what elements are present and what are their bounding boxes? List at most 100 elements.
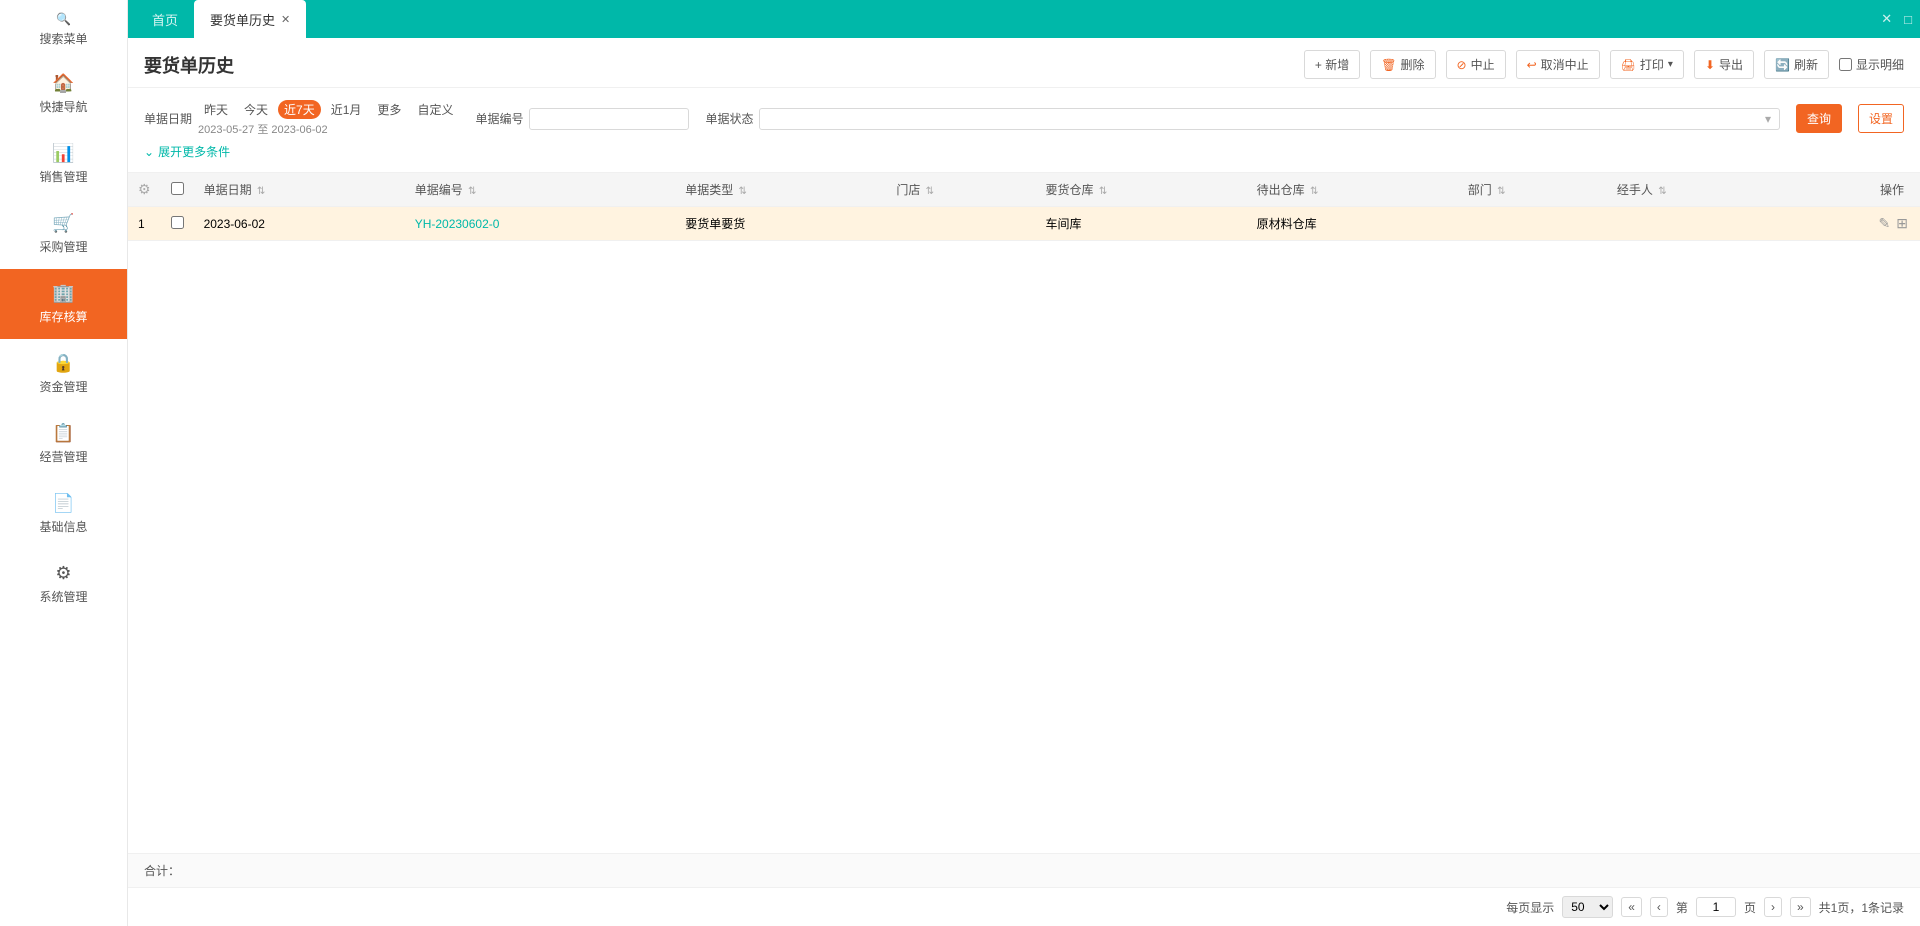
tab-requisition-history[interactable]: 要货单历史 ✕ xyxy=(194,0,306,38)
th-pending-warehouse[interactable]: 待出仓库 ⇅ xyxy=(1247,173,1458,207)
per-page-select[interactable]: 50 10 20 100 xyxy=(1562,896,1613,918)
query-button[interactable]: 查询 xyxy=(1796,104,1842,133)
doc-no-label: 单据编号 xyxy=(475,110,523,127)
th-store[interactable]: 门店 ⇅ xyxy=(886,173,1035,207)
table-header-row: ⚙ 单据日期 ⇅ 单据编号 ⇅ xyxy=(128,173,1920,207)
th-doc-date[interactable]: 单据日期 ⇅ xyxy=(194,173,405,207)
cell-doc-no: YH-20230602-0 xyxy=(405,207,676,241)
export-button[interactable]: ⬇ 导出 xyxy=(1694,50,1754,79)
chevron-down-icon: ⌄ xyxy=(144,145,154,159)
chart-icon: 📊 xyxy=(52,143,74,164)
gear-icon: ⚙ xyxy=(55,563,71,584)
date-today[interactable]: 今天 xyxy=(238,100,274,119)
sidebar: 🔍 搜索菜单 🏠 快捷导航 📊 销售管理 🛒 采购管理 🏢 库存核算 🔒 资金管… xyxy=(0,0,128,926)
th-checkbox[interactable] xyxy=(161,173,194,207)
th-department[interactable]: 部门 ⇅ xyxy=(1458,173,1607,207)
sidebar-item-sales[interactable]: 📊 销售管理 xyxy=(0,129,127,199)
search-icon: 🔍 xyxy=(56,12,71,26)
doc-no-input[interactable] xyxy=(529,108,689,130)
date-custom[interactable]: 自定义 xyxy=(411,100,459,119)
first-page-btn[interactable]: « xyxy=(1621,897,1642,917)
filter-area: 单据日期 昨天 今天 近7天 近1月 更多 自定义 2023-05-27 至 2… xyxy=(128,88,1920,173)
th-req-warehouse[interactable]: 要货仓库 ⇅ xyxy=(1035,173,1246,207)
sidebar-item-finance[interactable]: 🔒 资金管理 xyxy=(0,339,127,409)
select-all-checkbox[interactable] xyxy=(171,182,184,195)
next-page-btn[interactable]: › xyxy=(1764,897,1782,917)
sort-icon-doc-date: ⇅ xyxy=(257,186,265,197)
tab-bar-controls: ✕ □ xyxy=(1881,11,1912,27)
cell-department xyxy=(1458,207,1607,241)
cart-icon: 🛒 xyxy=(52,213,74,234)
new-button[interactable]: + 新增 xyxy=(1304,50,1360,79)
doc-no-link[interactable]: YH-20230602-0 xyxy=(415,217,500,231)
tab-home[interactable]: 首页 xyxy=(136,0,194,38)
print-button[interactable]: 🖨 打印 ▾ xyxy=(1610,50,1684,79)
pagination: 每页显示 50 10 20 100 « ‹ 第 页 › » 共1页，1条记录 xyxy=(128,887,1920,926)
expand-conditions-btn[interactable]: ⌄ 展开更多条件 xyxy=(144,143,1904,160)
th-doc-no[interactable]: 单据编号 ⇅ xyxy=(405,173,676,207)
window-expand-btn[interactable]: □ xyxy=(1904,12,1912,27)
cell-store xyxy=(886,207,1035,241)
sort-icon-doc-no: ⇅ xyxy=(468,186,476,197)
sidebar-item-system[interactable]: ⚙ 系统管理 xyxy=(0,549,127,619)
doc-status-select-wrapper: ▾ xyxy=(759,108,1779,130)
page-header: 要货单历史 + 新增 🗑 删除 ⊘ 中止 ↩ 取消中止 🖨 xyxy=(128,38,1920,88)
filter-date: 单据日期 昨天 今天 近7天 近1月 更多 自定义 2023-05-27 至 2… xyxy=(144,100,459,137)
stop-button[interactable]: ⊘ 中止 xyxy=(1446,50,1506,79)
warehouse-icon: 🏢 xyxy=(52,283,74,304)
sidebar-item-basic-info[interactable]: 📄 基础信息 xyxy=(0,479,127,549)
th-doc-type[interactable]: 单据类型 ⇅ xyxy=(675,173,886,207)
date-range-display: 2023-05-27 至 2023-06-02 xyxy=(198,121,459,137)
sort-icon-pending-warehouse: ⇅ xyxy=(1310,186,1318,197)
delete-button[interactable]: 🗑 删除 xyxy=(1370,50,1435,79)
settings-button[interactable]: 设置 xyxy=(1858,104,1904,133)
sort-icon-handler: ⇅ xyxy=(1658,186,1666,197)
cell-pending-warehouse: 原材料仓库 xyxy=(1247,207,1458,241)
doc-icon: 📄 xyxy=(52,493,74,514)
table-body: 1 2023-06-02 YH-20230602-0 要货单要货 车间库 原材料… xyxy=(128,207,1920,241)
home-icon: 🏠 xyxy=(52,73,74,94)
row-checkbox[interactable] xyxy=(171,216,184,229)
cell-checkbox[interactable] xyxy=(161,207,194,241)
total-info: 共1页，1条记录 xyxy=(1819,899,1904,916)
sort-icon-doc-type: ⇅ xyxy=(739,186,747,197)
main-area: 首页 要货单历史 ✕ ✕ □ 要货单历史 + 新增 🗑 删除 ⊘ xyxy=(128,0,1920,926)
cell-req-warehouse: 车间库 xyxy=(1035,207,1246,241)
sidebar-item-operations[interactable]: 📋 经营管理 xyxy=(0,409,127,479)
sidebar-item-search-menu[interactable]: 🔍 搜索菜单 xyxy=(0,0,127,59)
th-settings[interactable]: ⚙ xyxy=(128,173,161,207)
date-shortcuts-row: 昨天 今天 近7天 近1月 更多 自定义 xyxy=(198,100,459,119)
lock-icon: 🔒 xyxy=(52,353,74,374)
edit-icon[interactable]: ✎ xyxy=(1879,215,1891,232)
show-detail-label[interactable]: 显示明细 xyxy=(1839,56,1904,73)
cell-index: 1 xyxy=(128,207,161,241)
sort-icon-department: ⇅ xyxy=(1497,186,1505,197)
filter-doc-status: 单据状态 ▾ xyxy=(705,108,1780,130)
date-month1[interactable]: 近1月 xyxy=(325,100,368,119)
sidebar-item-quick-nav[interactable]: 🏠 快捷导航 xyxy=(0,59,127,129)
prev-page-btn[interactable]: ‹ xyxy=(1650,897,1668,917)
column-settings-icon[interactable]: ⚙ xyxy=(138,181,151,197)
header-actions: + 新增 🗑 删除 ⊘ 中止 ↩ 取消中止 🖨 打印 ▾ xyxy=(1304,50,1904,79)
window-close-btn[interactable]: ✕ xyxy=(1881,11,1892,27)
sidebar-item-purchase[interactable]: 🛒 采购管理 xyxy=(0,199,127,269)
page-number-input[interactable] xyxy=(1696,897,1736,917)
clipboard-icon: 📋 xyxy=(52,423,74,444)
last-page-btn[interactable]: » xyxy=(1790,897,1811,917)
cancel-stop-button[interactable]: ↩ 取消中止 xyxy=(1516,50,1600,79)
date-shortcuts: 昨天 今天 近7天 近1月 更多 自定义 2023-05-27 至 2023-0… xyxy=(198,100,459,137)
th-handler[interactable]: 经手人 ⇅ xyxy=(1607,173,1787,207)
sidebar-item-inventory[interactable]: 🏢 库存核算 xyxy=(0,269,127,339)
date-recent7[interactable]: 近7天 xyxy=(278,100,321,119)
content-area: 要货单历史 + 新增 🗑 删除 ⊘ 中止 ↩ 取消中止 🖨 xyxy=(128,38,1920,926)
more-icon[interactable]: ⊞ xyxy=(1896,215,1908,232)
page-title: 要货单历史 xyxy=(144,52,234,78)
filter-doc-no: 单据编号 xyxy=(475,108,689,130)
date-more[interactable]: 更多 xyxy=(371,100,407,119)
table-wrapper: ⚙ 单据日期 ⇅ 单据编号 ⇅ xyxy=(128,173,1920,853)
show-detail-checkbox[interactable] xyxy=(1839,58,1852,71)
tab-close-icon[interactable]: ✕ xyxy=(281,13,290,26)
date-yesterday[interactable]: 昨天 xyxy=(198,100,234,119)
refresh-button[interactable]: 🔄 刷新 xyxy=(1764,50,1829,79)
sort-icon-store: ⇅ xyxy=(926,186,934,197)
